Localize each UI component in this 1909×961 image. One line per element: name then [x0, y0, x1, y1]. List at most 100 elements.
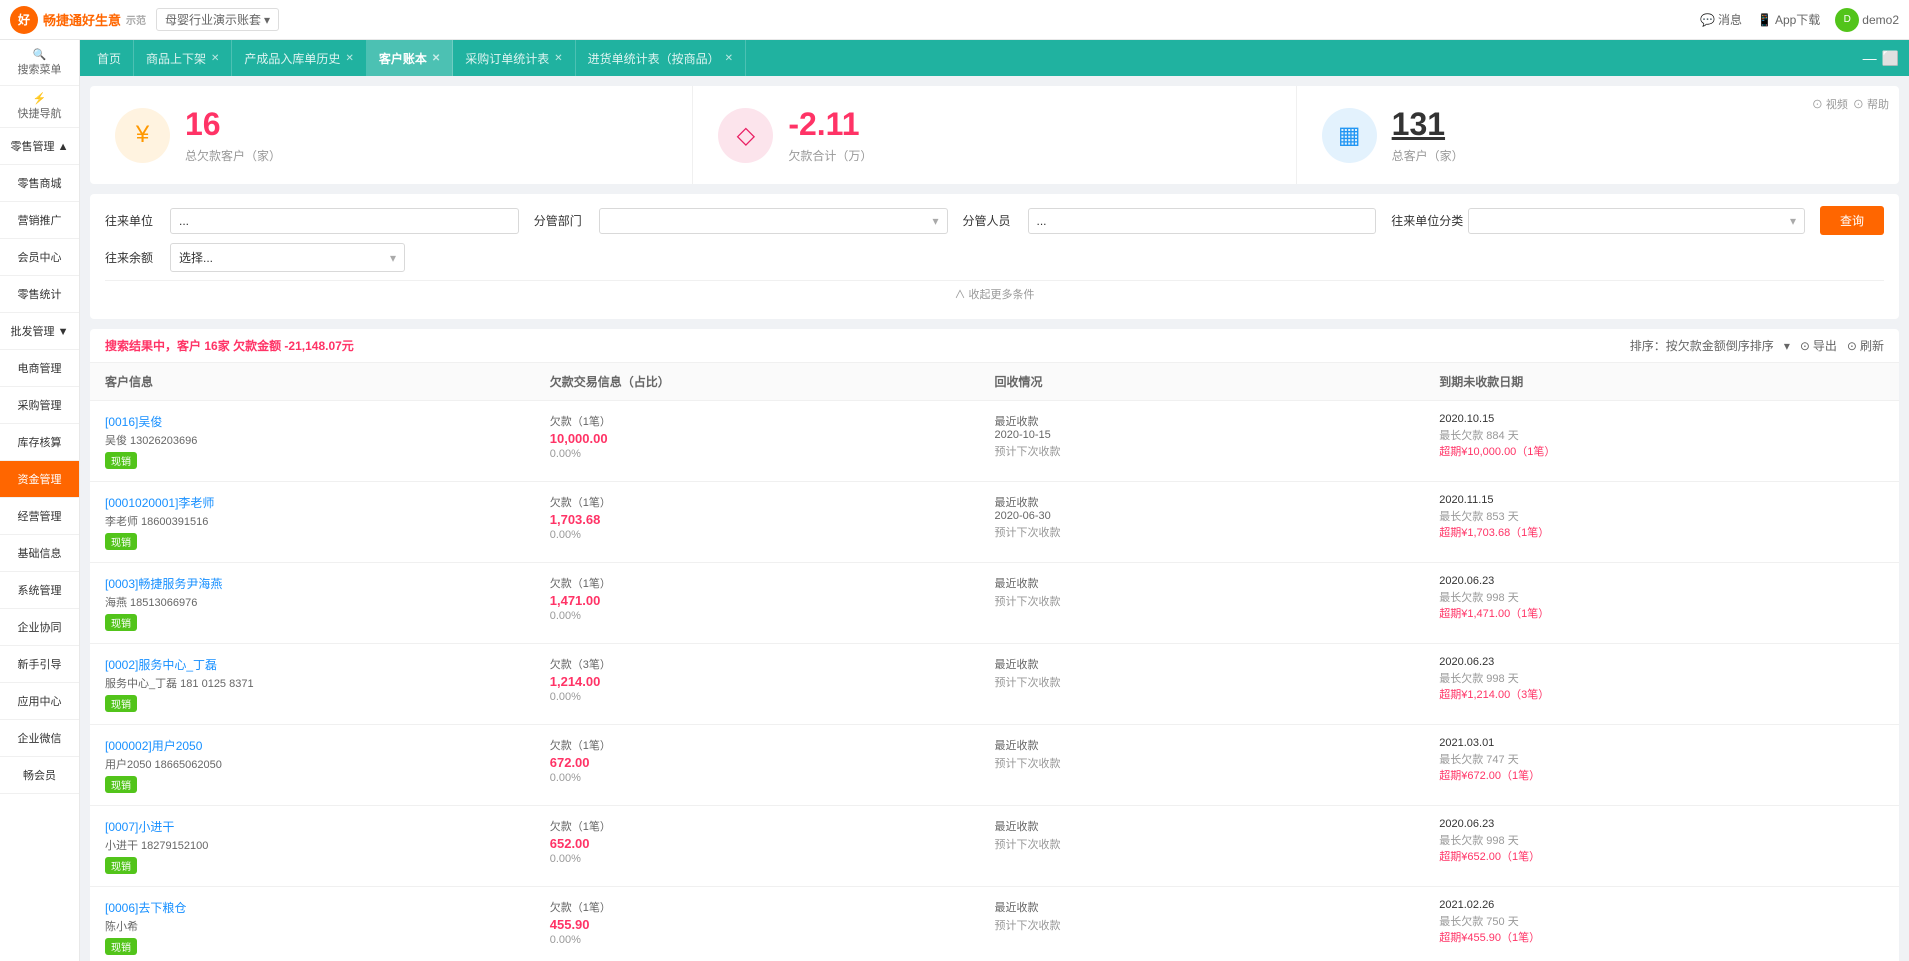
overdue-amount[interactable]: 超期¥1,471.00（1笔） — [1439, 605, 1884, 621]
retail-mgmt-label: 零售管理 ▲ — [5, 138, 74, 154]
debt-count: 欠款（1笔） — [550, 899, 995, 915]
sidebar-item-newbie[interactable]: 新手引导 — [0, 646, 79, 683]
customer-info-col: [0016]吴俊 吴俊 13026203696 现销 — [105, 413, 550, 469]
video-btn[interactable]: ⊙ 视频 — [1812, 96, 1848, 112]
collect-next: 预计下次收款 — [995, 593, 1440, 609]
avatar: D — [1835, 8, 1859, 32]
app-selector[interactable]: 母婴行业演示账套 ▾ — [156, 8, 279, 31]
customer-name-link[interactable]: [000002]用户2050 — [105, 737, 550, 754]
due-date: 2021.03.01 — [1439, 737, 1884, 749]
debt-info-col: 欠款（1笔） 10,000.00 0.00% — [550, 413, 995, 460]
page-content: ¥ 16 总欠款客户（家） ◇ -2.11 欠款合计（万） ▦ — [80, 76, 1909, 961]
tab-import-stats[interactable]: 进货单统计表（按商品） ✕ — [576, 40, 746, 76]
collect-label: 最近收款 — [995, 899, 1440, 915]
sort-label[interactable]: 排序：按欠款金额倒序排序 — [1630, 337, 1774, 354]
tab-purchase-order-close[interactable]: ✕ — [554, 53, 562, 64]
search-icon: 🔍 — [5, 48, 74, 61]
tab-customer-account[interactable]: 客户账本 ✕ — [367, 40, 453, 76]
customer-name-link[interactable]: [0003]畅捷服务尹海燕 — [105, 575, 550, 592]
stat-value-debt-total: -2.11 — [788, 106, 872, 143]
sidebar-nav[interactable]: ⚡ 快捷导航 — [0, 86, 79, 128]
results-customer-count: 16家 — [204, 339, 229, 353]
tab-product-offline[interactable]: 商品上下架 ✕ — [134, 40, 232, 76]
sidebar-item-member[interactable]: 会员中心 — [0, 239, 79, 276]
balance-input[interactable]: 选择... ▾ — [170, 243, 405, 272]
sidebar-item-app-center[interactable]: 应用中心 — [0, 683, 79, 720]
overdue-amount[interactable]: 超期¥1,214.00（3笔） — [1439, 686, 1884, 702]
overdue-amount[interactable]: 超期¥1,703.68（1笔） — [1439, 524, 1884, 540]
customer-name-link[interactable]: [0002]服务中心_丁磊 — [105, 656, 550, 673]
stat-icon-building: ▦ — [1322, 108, 1377, 163]
help-btn[interactable]: ⊙ 帮助 — [1853, 96, 1889, 112]
collapse-label: 收起更多条件 — [969, 289, 1035, 301]
sidebar-item-operation[interactable]: 经营管理 — [0, 498, 79, 535]
tab-product-history-close[interactable]: ✕ — [345, 53, 353, 64]
sidebar-item-retail-mall[interactable]: 零售商城 — [0, 165, 79, 202]
stat-label-debt-customers: 总欠款客户（家） — [185, 147, 281, 164]
sidebar-item-purchase-mgmt[interactable]: 采购管理 — [0, 387, 79, 424]
dept-input[interactable]: ▾ — [599, 208, 948, 234]
customer-phone: 海燕 18513066976 — [105, 594, 550, 610]
debt-percent: 0.00% — [550, 610, 995, 622]
customer-name-link[interactable]: [0016]吴俊 — [105, 413, 550, 430]
customer-name-link[interactable]: [0006]去下粮仓 — [105, 899, 550, 916]
sidebar-item-retail-mgmt[interactable]: 零售管理 ▲ — [0, 128, 79, 165]
sidebar-item-marketing[interactable]: 营销推广 — [0, 202, 79, 239]
overdue-amount[interactable]: 超期¥652.00（1笔） — [1439, 848, 1884, 864]
filter-group-unit-class: 往来单位分类 ▾ — [1391, 208, 1805, 234]
tab-import-stats-close[interactable]: ✕ — [725, 53, 733, 64]
sidebar-item-vip[interactable]: 畅会员 — [0, 757, 79, 794]
due-date: 2020.06.23 — [1439, 818, 1884, 830]
tab-collapse-icon[interactable]: — — [1863, 50, 1877, 66]
tab-product-offline-close[interactable]: ✕ — [211, 53, 219, 64]
batch-mgmt-label: 批发管理 ▼ — [5, 323, 74, 339]
overdue-amount[interactable]: 超期¥10,000.00（1笔） — [1439, 443, 1884, 459]
search-button[interactable]: 查询 — [1820, 206, 1884, 235]
app-download-btn[interactable]: 📱 App下载 — [1757, 11, 1820, 28]
export-btn[interactable]: ⊙ 导出 — [1800, 337, 1837, 354]
unit-class-input[interactable]: ▾ — [1468, 208, 1805, 234]
message-btn[interactable]: 💬 消息 — [1700, 11, 1742, 28]
tab-home[interactable]: 首页 — [85, 40, 134, 76]
unit-class-label: 往来单位分类 — [1391, 212, 1463, 229]
app-title: 畅捷通好生意 — [43, 10, 121, 29]
tab-product-history[interactable]: 产成品入库单历史 ✕ — [232, 40, 366, 76]
due-date: 2020.10.15 — [1439, 413, 1884, 425]
debt-percent: 0.00% — [550, 934, 995, 946]
sidebar-item-ecom-mgmt[interactable]: 电商管理 — [0, 350, 79, 387]
due-date: 2020.06.23 — [1439, 575, 1884, 587]
table-row: [000002]用户2050 用户2050 18665062050 现销 欠款（… — [90, 725, 1899, 806]
sidebar-search[interactable]: 🔍 搜索菜单 — [0, 40, 79, 86]
overdue-amount[interactable]: 超期¥672.00（1笔） — [1439, 767, 1884, 783]
debt-amount: 1,703.68 — [550, 512, 995, 527]
due-date: 2021.02.26 — [1439, 899, 1884, 911]
person-input[interactable]: ... — [1028, 208, 1377, 234]
due-date: 2020.11.15 — [1439, 494, 1884, 506]
user-menu[interactable]: D demo2 — [1835, 8, 1899, 32]
debt-info-col: 欠款（3笔） 1,214.00 0.00% — [550, 656, 995, 703]
from-unit-input[interactable]: ... — [170, 208, 519, 234]
results-amount-label: 欠款金额 — [233, 339, 281, 353]
sidebar-item-capital[interactable]: 资金管理 — [0, 461, 79, 498]
sidebar-item-batch-mgmt[interactable]: 批发管理 ▼ — [0, 313, 79, 350]
tab-customer-account-close[interactable]: ✕ — [432, 53, 440, 64]
debt-amount: 652.00 — [550, 836, 995, 851]
due-date-col: 2020.06.23 最长欠款 998 天 超期¥1,214.00（3笔） — [1439, 656, 1884, 702]
collect-next: 预计下次收款 — [995, 524, 1440, 540]
basic-info-label: 基础信息 — [5, 545, 74, 561]
sidebar-item-retail-stats[interactable]: 零售统计 — [0, 276, 79, 313]
sidebar-item-wechat[interactable]: 企业微信 — [0, 720, 79, 757]
selector-label: 母婴行业演示账套 — [165, 11, 261, 28]
customer-info-col: [0002]服务中心_丁磊 服务中心_丁磊 181 0125 8371 现销 — [105, 656, 550, 712]
customer-name-link[interactable]: [0007]小进干 — [105, 818, 550, 835]
collapse-bar[interactable]: ∧ 收起更多条件 — [105, 280, 1884, 307]
sidebar-item-warehouse[interactable]: 库存核算 — [0, 424, 79, 461]
tab-expand-icon[interactable]: ⬜ — [1882, 50, 1899, 67]
tab-purchase-order[interactable]: 采购订单统计表 ✕ — [453, 40, 575, 76]
overdue-amount[interactable]: 超期¥455.90（1笔） — [1439, 929, 1884, 945]
sidebar-item-basic-info[interactable]: 基础信息 — [0, 535, 79, 572]
refresh-btn[interactable]: ⊙ 刷新 — [1847, 337, 1884, 354]
sidebar-item-enterprise[interactable]: 企业协同 — [0, 609, 79, 646]
customer-name-link[interactable]: [0001020001]李老师 — [105, 494, 550, 511]
sidebar-item-system[interactable]: 系统管理 — [0, 572, 79, 609]
